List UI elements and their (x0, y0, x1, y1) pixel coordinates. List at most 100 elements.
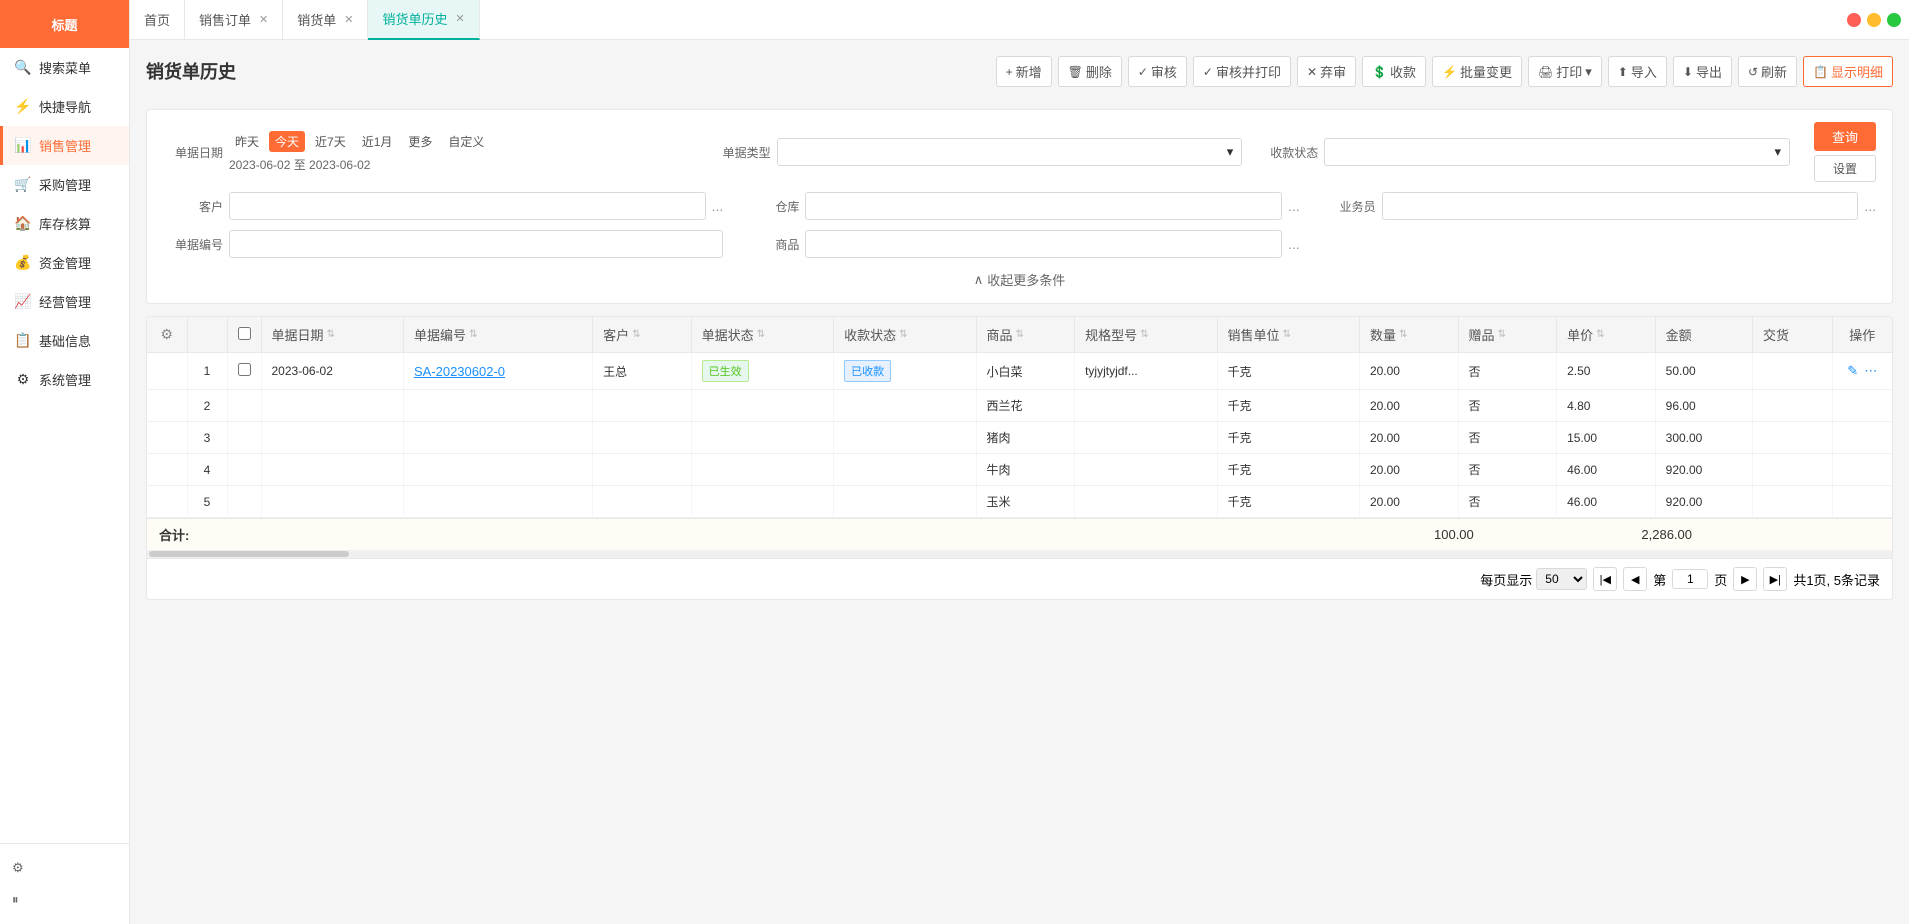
more-action-icon[interactable]: ⋯ (1864, 363, 1877, 379)
actions-cell: ✎⋯ (1832, 353, 1892, 390)
sidebar-item-sys-mgmt[interactable]: ⚙ 系统管理 (0, 360, 129, 399)
sidebar-bottom-settings[interactable]: ⚙ (0, 852, 129, 884)
sidebar-item-inventory[interactable]: 🏠 库存核算 (0, 204, 129, 243)
show-detail-button[interactable]: 📋 显示明细 (1803, 56, 1893, 87)
th-goods[interactable]: 商品 ⇅ (976, 317, 1075, 353)
collect-button[interactable]: 💲 收款 (1362, 56, 1426, 87)
audit-button[interactable]: ✓ 审核 (1128, 56, 1187, 87)
payment-status-group: 收款状态 ▾ (1258, 138, 1790, 166)
export-button[interactable]: ⬇ 导出 (1673, 56, 1732, 87)
customer-input[interactable] (229, 192, 706, 220)
th-doc-no[interactable]: 单据编号 ⇅ (403, 317, 592, 353)
goods-dots[interactable]: ... (1288, 236, 1300, 252)
tab-close-sales-order[interactable]: ✕ (259, 13, 268, 26)
payment-status-cell (834, 454, 976, 486)
page-first-btn[interactable]: |◀ (1593, 567, 1617, 591)
pagination-bar: 每页显示 50 100 200 |◀ ◀ 第 页 ▶ ▶| 共1页, 5条记录 (147, 558, 1892, 599)
edit-action-icon[interactable]: ✎ (1847, 363, 1858, 379)
tab-close-sales-history[interactable]: ✕ (456, 12, 465, 25)
date-btn-today[interactable]: 今天 (269, 131, 305, 152)
refresh-button[interactable]: ↺ 刷新 (1738, 56, 1797, 87)
th-unit-price[interactable]: 单价 ⇅ (1557, 317, 1656, 353)
collapse-row: ∧ 收起更多条件 (163, 268, 1876, 291)
doc-date-cell (261, 486, 403, 518)
sidebar-item-basic-info[interactable]: 📋 基础信息 (0, 321, 129, 360)
doc-no-input[interactable] (229, 230, 723, 258)
goods-input[interactable] (805, 230, 1282, 258)
sort-icon3: ⇅ (632, 329, 640, 340)
warehouse-group: 仓库 ... (739, 192, 1299, 220)
audit-print-button[interactable]: ✓ 审核并打印 (1193, 56, 1291, 87)
th-unit[interactable]: 销售单位 ⇅ (1217, 317, 1359, 353)
sidebar-item-operations[interactable]: 📈 经营管理 (0, 282, 129, 321)
import-button[interactable]: ⬆ 导入 (1608, 56, 1667, 87)
page-prev-btn[interactable]: ◀ (1623, 567, 1647, 591)
filter-section: 单据日期 昨天 今天 近7天 近1月 更多 自定义 2023-06-02 至 2… (146, 109, 1893, 304)
horizontal-scrollbar[interactable] (147, 550, 1892, 558)
query-button[interactable]: 查询 (1814, 122, 1876, 151)
window-min-btn[interactable]: — (1887, 13, 1901, 27)
warehouse-dots[interactable]: ... (1288, 198, 1300, 214)
th-doc-status[interactable]: 单据状态 ⇅ (691, 317, 833, 353)
status-badge: 已生效 (702, 360, 749, 382)
abandon-button[interactable]: ✕ 弃审 (1297, 56, 1356, 87)
filter-settings-button[interactable]: 设置 (1814, 155, 1876, 182)
date-btn-custom[interactable]: 自定义 (442, 131, 490, 152)
payment-status-cell (834, 486, 976, 518)
amount-total: 2,286.00 (1532, 527, 1752, 542)
sidebar-bottom-pause[interactable]: ⏸ (0, 884, 129, 916)
window-max-btn[interactable]: □ (1867, 13, 1881, 27)
print-button[interactable]: 🖨 打印 ▾ (1528, 56, 1602, 87)
delete-button[interactable]: 🗑 删除 (1058, 56, 1122, 87)
date-btn-1month[interactable]: 近1月 (356, 131, 399, 152)
collect-icon: 💲 (1372, 65, 1387, 79)
th-customer[interactable]: 客户 ⇅ (593, 317, 692, 353)
customer-label: 客户 (163, 198, 223, 215)
th-doc-date[interactable]: 单据日期 ⇅ (261, 317, 403, 353)
th-spec[interactable]: 规格型号 ⇅ (1075, 317, 1217, 353)
page-last-btn[interactable]: ▶| (1763, 567, 1787, 591)
select-all-checkbox[interactable] (238, 327, 251, 340)
delivery-cell (1753, 486, 1832, 518)
doc-no-link[interactable]: SA-20230602-0 (414, 364, 505, 379)
th-payment-status[interactable]: 收款状态 ⇅ (834, 317, 976, 353)
sidebar-item-label: 搜索菜单 (39, 58, 91, 77)
date-btn-yesterday[interactable]: 昨天 (229, 131, 265, 152)
batch-change-button[interactable]: ⚡ 批量变更 (1432, 56, 1522, 87)
date-btn-7days[interactable]: 近7天 (309, 131, 352, 152)
chart-icon: 📊 (15, 138, 31, 154)
tab-sales-order[interactable]: 销售订单 ✕ (185, 0, 283, 40)
th-qty[interactable]: 数量 ⇅ (1359, 317, 1458, 353)
doc-status-cell (691, 390, 833, 422)
warehouse-input[interactable] (805, 192, 1282, 220)
page-size-select[interactable]: 50 100 200 (1536, 568, 1587, 590)
sidebar-item-finance[interactable]: 💰 资金管理 (0, 243, 129, 282)
total-label: 合计: (159, 525, 189, 544)
column-settings-button[interactable]: ⚙ (160, 326, 173, 343)
filter-row-3: 单据编号 商品 ... (163, 230, 1876, 258)
sales-rep-dots[interactable]: ... (1864, 198, 1876, 214)
sidebar-item-purchase-mgmt[interactable]: 🛒 采购管理 (0, 165, 129, 204)
th-settings[interactable]: ⚙ (147, 317, 187, 353)
tab-sales-delivery[interactable]: 销货单 ✕ (283, 0, 368, 40)
collapse-button[interactable]: ∧ 收起更多条件 (966, 268, 1074, 291)
tab-home[interactable]: 首页 (130, 0, 185, 40)
window-close-btn[interactable]: ✕ (1847, 13, 1861, 27)
sidebar-item-search-menu[interactable]: 🔍 搜索菜单 (0, 48, 129, 87)
th-gift[interactable]: 赠品 ⇅ (1458, 317, 1557, 353)
tab-close-sales-delivery[interactable]: ✕ (344, 13, 353, 26)
date-btn-more[interactable]: 更多 (402, 131, 438, 152)
chevron-down-icon2: ▾ (1774, 144, 1781, 160)
customer-dots[interactable]: ... (712, 198, 724, 214)
row-checkbox[interactable] (238, 363, 251, 376)
scrollbar-thumb[interactable] (149, 551, 349, 557)
add-button[interactable]: + 新增 (996, 56, 1052, 87)
sidebar-item-quick-nav[interactable]: ⚡ 快捷导航 (0, 87, 129, 126)
tab-sales-history[interactable]: 销货单历史 ✕ (368, 0, 479, 40)
page-next-btn[interactable]: ▶ (1733, 567, 1757, 591)
sidebar-item-sales-mgmt[interactable]: 📊 销售管理 (0, 126, 129, 165)
payment-status-select[interactable]: ▾ (1324, 138, 1790, 166)
doc-type-select[interactable]: ▾ (777, 138, 1243, 166)
sales-rep-input[interactable] (1382, 192, 1859, 220)
page-number-input[interactable] (1672, 569, 1708, 589)
